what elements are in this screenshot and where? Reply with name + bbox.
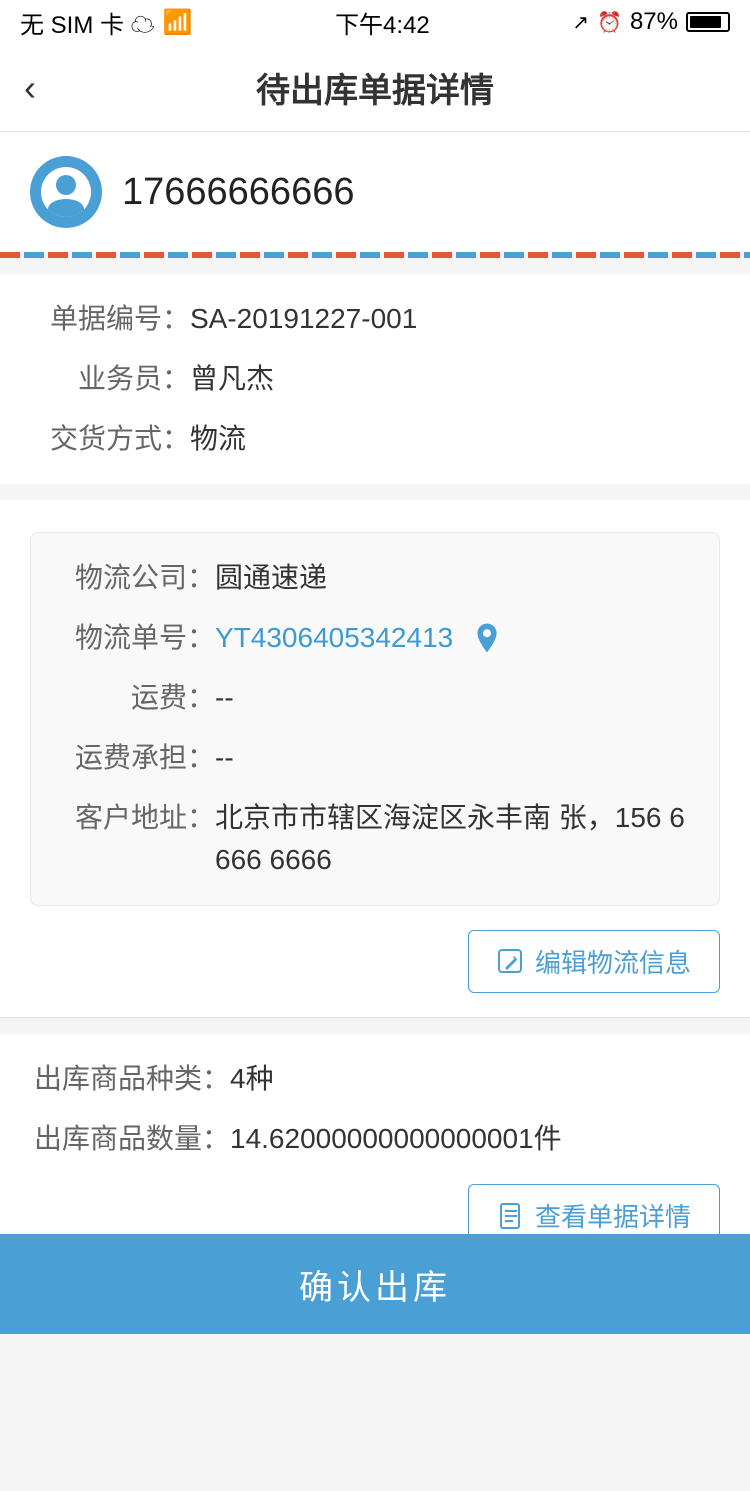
logistics-company-label: 物流公司： [55,557,215,599]
salesperson-value: 曾凡杰 [190,358,720,400]
battery-indicator [686,12,730,32]
confirm-btn-wrap[interactable]: 确认出库 [0,1234,750,1334]
edit-icon [497,948,525,976]
freight-row: 运费： -- [55,677,695,719]
freight-value: -- [215,677,695,719]
address-row: 客户地址： 北京市市辖区海淀区永丰南 张，156 6666 6666 [55,797,695,881]
goods-qty-value: 14.62000000000000001件 [230,1118,720,1160]
edit-btn-row: 编辑物流信息 [30,930,720,993]
battery-pct: 87% [630,8,678,36]
logistics-tracking-label: 物流单号： [55,617,215,659]
person-icon [41,167,91,217]
page-title: 待出库单据详情 [256,63,494,112]
view-details-label: 查看单据详情 [535,1197,691,1234]
user-header: 17666666666 [0,132,750,252]
address-value: 北京市市辖区海淀区永丰南 张，156 6666 6666 [215,797,695,881]
edit-logistics-button[interactable]: 编辑物流信息 [468,930,720,993]
logistics-tracking-row: 物流单号： YT4306405342413 [55,617,695,659]
alarm-icon: ⏰ [597,10,622,35]
avatar [30,156,102,228]
salesperson-row: 业务员： 曾凡杰 [30,358,720,400]
location-arrow-icon: ↗ [572,10,589,35]
freight-bear-value: -- [215,737,695,779]
doc-no-label: 单据编号： [30,298,190,340]
document-icon [497,1202,525,1230]
address-label: 客户地址： [55,797,215,839]
logistics-company-value: 圆通速递 [215,557,695,599]
goods-type-row: 出库商品种类： 4种 [30,1058,720,1100]
goods-qty-label: 出库商品数量： [30,1118,230,1160]
delivery-value: 物流 [190,418,720,460]
section-divider [0,1017,750,1018]
delivery-row: 交货方式： 物流 [30,418,720,460]
nav-bar: ‹ 待出库单据详情 [0,44,750,132]
status-right: ↗ ⏰ 87% [572,8,730,36]
freight-bear-label: 运费承担： [55,737,215,779]
freight-bear-row: 运费承担： -- [55,737,695,779]
goods-qty-row: 出库商品数量： 14.62000000000000001件 [30,1118,720,1160]
basic-info-section: 单据编号： SA-20191227-001 业务员： 曾凡杰 交货方式： 物流 [0,274,750,484]
back-button[interactable]: ‹ [24,67,36,109]
logistics-section: 物流公司： 圆通速递 物流单号： YT4306405342413 运费： -- … [0,500,750,1017]
freight-label: 运费： [55,677,215,719]
delivery-label: 交货方式： [30,418,190,460]
goods-type-value: 4种 [230,1058,720,1100]
map-pin-icon [471,622,503,654]
edit-logistics-label: 编辑物流信息 [535,943,691,980]
salesperson-label: 业务员： [30,358,190,400]
wifi-icon: 📶 [163,8,193,37]
goods-type-label: 出库商品种类： [30,1058,230,1100]
user-phone: 17666666666 [122,171,354,214]
dashed-divider [0,252,750,258]
logistics-tracking-value: YT4306405342413 [215,617,695,659]
status-time: 下午4:42 [335,5,430,40]
avatar-icon [41,167,91,217]
doc-no-value: SA-20191227-001 [190,298,720,340]
status-left: 无 SIM 卡 ☁ 📶 [20,5,193,40]
status-bar: 无 SIM 卡 ☁ 📶 下午4:42 ↗ ⏰ 87% [0,0,750,44]
doc-no-row: 单据编号： SA-20191227-001 [30,298,720,340]
confirm-btn-text: 确认出库 [299,1260,451,1309]
sim-label: 无 SIM 卡 ☁ [20,5,155,40]
logistics-company-row: 物流公司： 圆通速递 [55,557,695,599]
logistics-card: 物流公司： 圆通速递 物流单号： YT4306405342413 运费： -- … [30,532,720,906]
